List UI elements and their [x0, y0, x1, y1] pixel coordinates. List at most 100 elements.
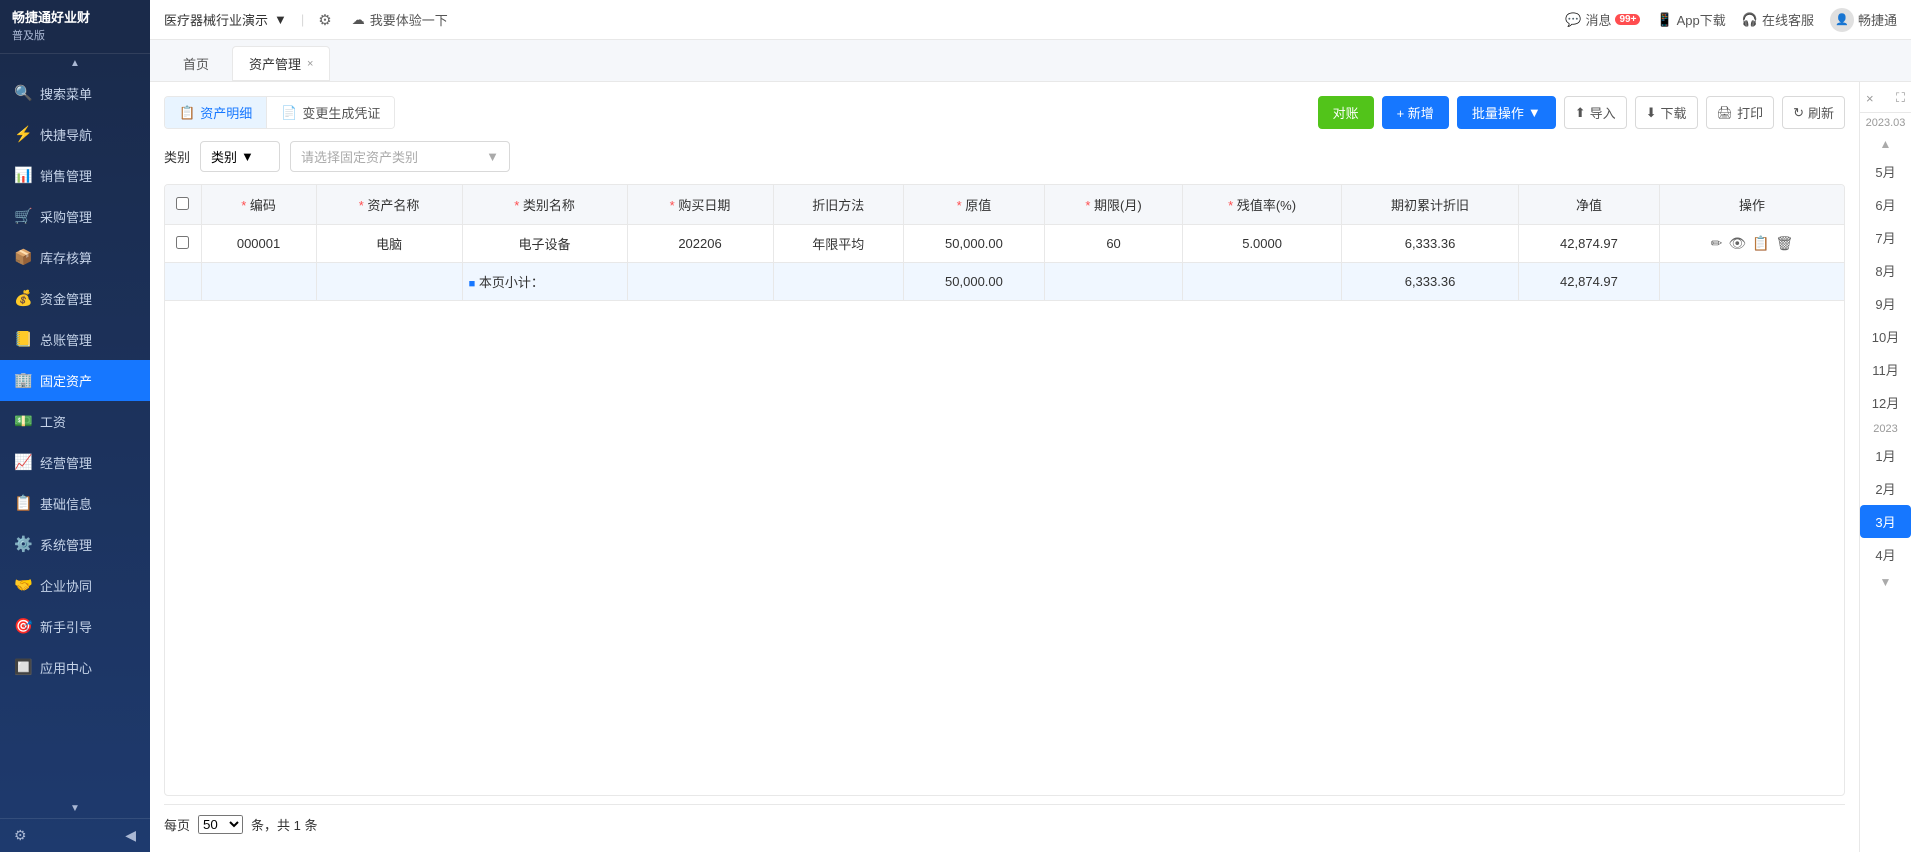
sidebar-item-库存核算[interactable]: 📦库存核算	[0, 237, 150, 278]
duizhang-button[interactable]: 对账	[1318, 96, 1374, 129]
sidebar-item-销售管理[interactable]: 📊销售管理	[0, 155, 150, 196]
copy-icon[interactable]: 📋	[1752, 235, 1769, 252]
row-checkbox-0[interactable]	[176, 236, 189, 249]
category-value-input[interactable]: 请选择固定资产类别 ▼	[290, 141, 510, 172]
nav-icon-3: 🛒	[14, 207, 32, 225]
th-checkbox	[165, 185, 201, 225]
experience-link[interactable]: ☁ 我要体验一下	[352, 10, 448, 29]
toolbar-area: 📋 资产明细 📄 变更生成凭证 对账 + 新增	[164, 96, 1845, 129]
sub-tab-icon-voucher: 📄	[281, 105, 297, 121]
sidebar-item-系统管理[interactable]: ⚙️系统管理	[0, 524, 150, 565]
sidebar-item-新手引导[interactable]: 🎯新手引导	[0, 606, 150, 647]
cal-month-1月[interactable]: 1月	[1860, 439, 1911, 472]
nav-label-5: 资金管理	[40, 289, 92, 308]
th-residual-rate: 残值率(%)	[1183, 185, 1342, 225]
dropdown-arrow: ▼	[274, 12, 287, 27]
cal-month-5月[interactable]: 5月	[1860, 155, 1911, 188]
nav-icon-12: 🤝	[14, 576, 32, 594]
delete-icon[interactable]: 🗑	[1776, 235, 1794, 252]
settings-gear-icon[interactable]: ⚙	[318, 11, 331, 29]
sidebar-item-总账管理[interactable]: 📒总账管理	[0, 319, 150, 360]
nav-icon-10: 📋	[14, 494, 32, 512]
cal-month-6月[interactable]: 6月	[1860, 188, 1911, 221]
company-name: 医疗器械行业演示	[164, 10, 268, 29]
view-icon[interactable]: 👁	[1728, 235, 1746, 252]
tab-asset-management[interactable]: 资产管理 ×	[232, 46, 330, 81]
cal-month-9月[interactable]: 9月	[1860, 287, 1911, 320]
sidebar-item-企业协同[interactable]: 🤝企业协同	[0, 565, 150, 606]
online-service-btn[interactable]: 🎧 在线客服	[1742, 10, 1814, 29]
sidebar-item-采购管理[interactable]: 🛒采购管理	[0, 196, 150, 237]
row-net-value: 42,874.97	[1519, 225, 1660, 263]
print-icon: 🖨	[1717, 105, 1734, 121]
cal-month-11月[interactable]: 11月	[1860, 353, 1911, 386]
messages-btn[interactable]: 💬 消息 99+	[1565, 10, 1640, 29]
company-selector[interactable]: 医疗器械行业演示 ▼	[164, 10, 287, 29]
tab-home[interactable]: 首页	[166, 46, 226, 81]
cal-scroll-up[interactable]: ▲	[1860, 133, 1911, 155]
sub-tab-asset-detail[interactable]: 📋 资产明细	[165, 97, 267, 128]
nav-icon-14: 🔲	[14, 658, 32, 676]
topbar-right: 💬 消息 99+ 📱 App下载 🎧 在线客服 👤 畅捷通	[1565, 8, 1897, 32]
tabbar: 首页 资产管理 ×	[150, 40, 1911, 82]
right-sidebar-calendar: × ⛶ 2023.03 ▲ 5月6月7月8月9月10月11月12月 2023 1…	[1859, 82, 1911, 852]
app-download-btn[interactable]: 📱 App下载	[1656, 10, 1725, 29]
sidebar-item-快捷导航[interactable]: ⚡快捷导航	[0, 114, 150, 155]
category-label: 类别	[164, 147, 190, 166]
table-header: 编码 资产名称 类别名称 购买日期 折旧方法 原值 期限(月) 残值率(%) 期…	[165, 185, 1844, 225]
edit-icon[interactable]: ✏	[1711, 235, 1723, 252]
cal-month-4月[interactable]: 4月	[1860, 538, 1911, 571]
cal-scroll-down[interactable]: ▼	[1860, 571, 1911, 593]
collapse-icon[interactable]: ◀	[125, 827, 136, 844]
sidebar-item-资金管理[interactable]: 💰资金管理	[0, 278, 150, 319]
sidebar-item-工资[interactable]: 💵工资	[0, 401, 150, 442]
table-row: 000001 电脑 电子设备 202206 年限平均 50,000.00 60 …	[165, 225, 1844, 263]
sidebar-item-固定资产[interactable]: 🏢固定资产	[0, 360, 150, 401]
row-code: 000001	[201, 225, 316, 263]
category-type-arrow: ▼	[241, 149, 254, 164]
nav-icon-8: 💵	[14, 412, 32, 430]
nav-label-0: 搜索菜单	[40, 84, 92, 103]
download-icon: ⬇	[1646, 105, 1657, 121]
sidebar-item-搜索菜单[interactable]: 🔍搜索菜单	[0, 73, 150, 114]
total-label: 条，共 1 条	[251, 815, 317, 834]
th-depreciation: 折旧方法	[773, 185, 904, 225]
sidebar-item-应用中心[interactable]: 🔲应用中心	[0, 647, 150, 688]
row-checkbox-cell	[165, 225, 201, 263]
category-type-select[interactable]: 类别 ▼	[200, 141, 280, 172]
new-button[interactable]: + 新增	[1382, 96, 1449, 129]
cal-month-12月[interactable]: 12月	[1860, 386, 1911, 419]
cal-month-8月[interactable]: 8月	[1860, 254, 1911, 287]
cal-month-10月[interactable]: 10月	[1860, 320, 1911, 353]
settings-icon[interactable]: ⚙	[14, 827, 27, 844]
subtotal-accumulated: 6,333.36	[1342, 263, 1519, 301]
nav-label-7: 固定资产	[40, 371, 92, 390]
import-button[interactable]: ⬆ 导入	[1564, 96, 1627, 129]
cal-month-2月[interactable]: 2月	[1860, 472, 1911, 505]
cal-month-3月[interactable]: 3月	[1860, 505, 1911, 538]
download-button[interactable]: ⬇ 下载	[1635, 96, 1698, 129]
sidebar-item-经营管理[interactable]: 📈经营管理	[0, 442, 150, 483]
row-period: 60	[1044, 225, 1182, 263]
batch-ops-button[interactable]: 批量操作 ▼	[1457, 96, 1556, 129]
tab-close-icon[interactable]: ×	[307, 58, 313, 70]
cal-month-7月[interactable]: 7月	[1860, 221, 1911, 254]
per-page-label: 每页	[164, 815, 190, 834]
select-all-checkbox[interactable]	[176, 197, 189, 210]
sidebar-scroll-down[interactable]: ▼	[0, 799, 150, 818]
per-page-select[interactable]: 50 20 100	[198, 815, 243, 834]
refresh-button[interactable]: ↻ 刷新	[1782, 96, 1845, 129]
calendar-expand-icon[interactable]: ⛶	[1896, 90, 1905, 106]
sidebar-scroll-up[interactable]: ▲	[0, 54, 150, 73]
print-button[interactable]: 🖨 打印	[1706, 96, 1775, 129]
nav-label-11: 系统管理	[40, 535, 92, 554]
calendar-current-months: 1月2月3月4月	[1860, 439, 1911, 571]
sub-tab-voucher[interactable]: 📄 变更生成凭证	[267, 97, 394, 128]
calendar-close-icon[interactable]: ×	[1866, 91, 1874, 106]
experience-text: 我要体验一下	[370, 10, 448, 29]
user-btn[interactable]: 👤 畅捷通	[1830, 8, 1897, 32]
import-icon: ⬆	[1575, 105, 1586, 121]
sidebar-item-基础信息[interactable]: 📋基础信息	[0, 483, 150, 524]
calendar-year: 2023.03	[1866, 113, 1906, 133]
row-residual-rate: 5.0000	[1183, 225, 1342, 263]
